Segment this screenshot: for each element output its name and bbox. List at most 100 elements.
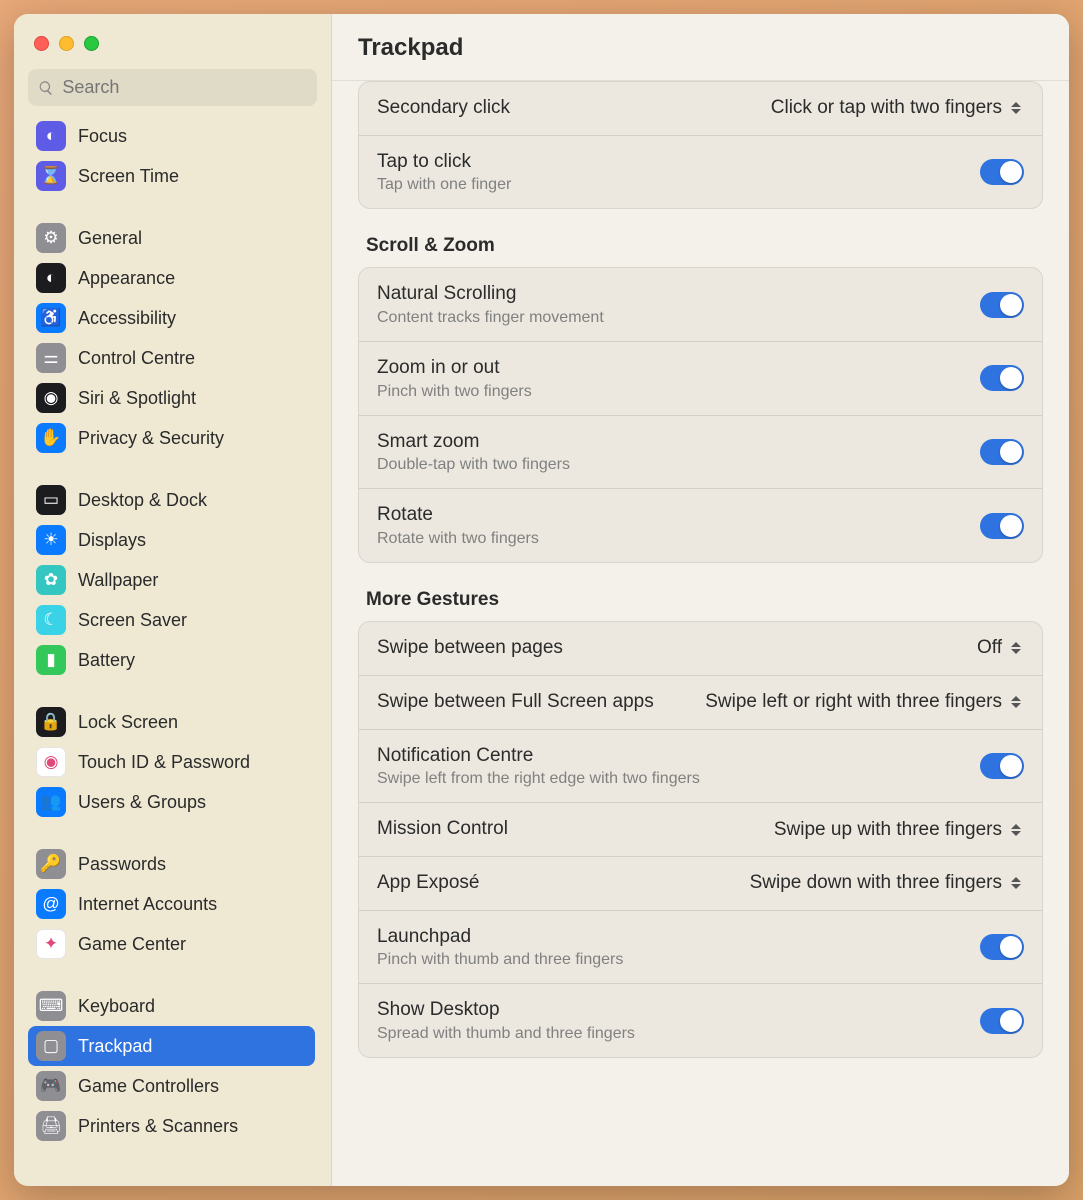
setting-description: Spread with thumb and three fingers xyxy=(377,1025,964,1043)
content-body[interactable]: Secondary click Click or tap with two fin… xyxy=(332,81,1069,1186)
accessibility-icon: ♿ xyxy=(36,303,66,333)
users-icon: 👥 xyxy=(36,787,66,817)
sidebar-item-label: Battery xyxy=(78,650,135,671)
search-field[interactable] xyxy=(28,69,317,106)
zoom-button[interactable] xyxy=(84,36,99,51)
gear-icon: ⚙ xyxy=(36,223,66,253)
sidebar-item-printers-scanners[interactable]: 🖨 Printers & Scanners xyxy=(28,1106,315,1146)
sidebar-item-focus[interactable]: ◐Focus xyxy=(28,116,315,156)
sidebar-item-label: Accessibility xyxy=(78,308,176,329)
setting-description: Pinch with two fingers xyxy=(377,383,964,401)
setting-description: Pinch with thumb and three fingers xyxy=(377,951,964,969)
sidebar-item-keyboard[interactable]: ⌨Keyboard xyxy=(28,986,315,1026)
sidebar-item-game-controllers[interactable]: 🎮 Game Controllers xyxy=(28,1066,315,1106)
sidebar-item-siri-spotlight[interactable]: ◉ Siri & Spotlight xyxy=(28,378,315,418)
toggle-rotate[interactable] xyxy=(980,513,1024,539)
toggle-smart-zoom[interactable] xyxy=(980,439,1024,465)
setting-title: Secondary click xyxy=(377,96,755,121)
search-input[interactable] xyxy=(62,77,307,98)
setting-row-swipe-between-pages: Swipe between pagesOff xyxy=(359,622,1042,676)
toggle-launchpad[interactable] xyxy=(980,934,1024,960)
chevron-up-down-icon[interactable] xyxy=(1008,820,1024,840)
moon-icon: ◐ xyxy=(36,121,66,151)
appearance-icon: ◐ xyxy=(36,263,66,293)
sidebar-item-label: Wallpaper xyxy=(78,570,158,591)
sidebar-item-label: Screen Saver xyxy=(78,610,187,631)
minimize-button[interactable] xyxy=(59,36,74,51)
trackpad-icon: ▢ xyxy=(36,1031,66,1061)
setting-row-app-expos-: App ExposéSwipe down with three fingers xyxy=(359,857,1042,911)
toggle-tap-to-click[interactable] xyxy=(980,159,1024,185)
sidebar-item-wallpaper[interactable]: ✿ Wallpaper xyxy=(28,560,315,600)
sidebar-item-screen-saver[interactable]: ☾Screen Saver xyxy=(28,600,315,640)
setting-title: Mission Control xyxy=(377,817,758,842)
siri-icon: ◉ xyxy=(36,383,66,413)
setting-row-natural-scrolling: Natural ScrollingContent tracks finger m… xyxy=(359,268,1042,342)
panel-point-and-click: Secondary click Click or tap with two fin… xyxy=(358,81,1043,209)
dropdown-value-app-expos-[interactable]: Swipe down with three fingers xyxy=(750,872,1002,894)
sidebar-item-game-center[interactable]: ✦Game Center xyxy=(28,924,315,964)
setting-title: Launchpad xyxy=(377,925,964,950)
content-pane: Trackpad Secondary click Click or tap wit… xyxy=(332,14,1069,1186)
sidebar-item-desktop-dock[interactable]: ▭ Desktop & Dock xyxy=(28,480,315,520)
setting-row-secondary-click: Secondary click Click or tap with two fin… xyxy=(359,82,1042,136)
setting-description: Double-tap with two fingers xyxy=(377,456,964,474)
dock-icon: ▭ xyxy=(36,485,66,515)
sidebar-item-accessibility[interactable]: ♿ Accessibility xyxy=(28,298,315,338)
sidebar-item-label: Game Controllers xyxy=(78,1076,219,1097)
setting-row-notification-centre: Notification CentreSwipe left from the r… xyxy=(359,730,1042,804)
sidebar-item-label: Siri & Spotlight xyxy=(78,388,196,409)
toggle-natural-scrolling[interactable] xyxy=(980,292,1024,318)
setting-title: Notification Centre xyxy=(377,744,964,769)
sidebar-item-label: Desktop & Dock xyxy=(78,490,207,511)
sidebar-item-label: General xyxy=(78,228,142,249)
setting-description: Content tracks finger movement xyxy=(377,309,964,327)
setting-description: Tap with one finger xyxy=(377,176,964,194)
setting-row-mission-control: Mission Control Swipe up with three finge… xyxy=(359,803,1042,857)
sidebar-item-screen-time[interactable]: ⌛Screen Time xyxy=(28,156,315,196)
sidebar-item-passwords[interactable]: 🔑Passwords xyxy=(28,844,315,884)
sidebar-item-privacy-security[interactable]: ✋ Privacy & Security xyxy=(28,418,315,458)
toggle-notification-centre[interactable] xyxy=(980,753,1024,779)
dropdown-value-secondary-click[interactable]: Click or tap with two fingers xyxy=(771,97,1002,119)
sidebar-item-internet-accounts[interactable]: @Internet Accounts xyxy=(28,884,315,924)
flower-icon: ✿ xyxy=(36,565,66,595)
sidebar-item-lock-screen[interactable]: 🔒Lock Screen xyxy=(28,702,315,742)
hand-icon: ✋ xyxy=(36,423,66,453)
chevron-up-down-icon[interactable] xyxy=(1008,873,1024,893)
sidebar-item-label: Trackpad xyxy=(78,1036,152,1057)
sliders-icon: ⚌ xyxy=(36,343,66,373)
setting-title: Smart zoom xyxy=(377,430,964,455)
sidebar-item-touch-id-password[interactable]: ◉Touch ID & Password xyxy=(28,742,315,782)
chevron-up-down-icon[interactable] xyxy=(1008,98,1024,118)
sidebar-item-label: Printers & Scanners xyxy=(78,1116,238,1137)
page-title: Trackpad xyxy=(332,14,1069,81)
chevron-up-down-icon[interactable] xyxy=(1008,692,1024,712)
gamecenter-icon: ✦ xyxy=(36,929,66,959)
sidebar-item-label: Privacy & Security xyxy=(78,428,224,449)
sidebar-item-trackpad[interactable]: ▢ Trackpad xyxy=(28,1026,315,1066)
controller-icon: 🎮 xyxy=(36,1071,66,1101)
sidebar-item-label: Appearance xyxy=(78,268,175,289)
toggle-show-desktop[interactable] xyxy=(980,1008,1024,1034)
sidebar-item-control-centre[interactable]: ⚌Control Centre xyxy=(28,338,315,378)
setting-title: Rotate xyxy=(377,503,964,528)
printer-icon: 🖨 xyxy=(36,1111,66,1141)
dropdown-value-swipe-between-pages[interactable]: Off xyxy=(977,637,1002,659)
sidebar-list[interactable]: ◐Focus⌛Screen Time ⚙ General ◐ Appearance ♿ Ac… xyxy=(28,116,317,1186)
toggle-zoom-in-or-out[interactable] xyxy=(980,365,1024,391)
sidebar-item-general[interactable]: ⚙ General xyxy=(28,218,315,258)
sidebar-item-displays[interactable]: ☀Displays xyxy=(28,520,315,560)
sidebar-item-label: Internet Accounts xyxy=(78,894,217,915)
sidebar-item-users-groups[interactable]: 👥Users & Groups xyxy=(28,782,315,822)
setting-title: Show Desktop xyxy=(377,998,964,1023)
sidebar-item-battery[interactable]: ▮Battery xyxy=(28,640,315,680)
chevron-up-down-icon[interactable] xyxy=(1008,638,1024,658)
dropdown-value-mission-control[interactable]: Swipe up with three fingers xyxy=(774,819,1002,841)
setting-row-smart-zoom: Smart zoomDouble-tap with two fingers xyxy=(359,416,1042,490)
setting-title: Swipe between Full Screen apps xyxy=(377,690,689,715)
sidebar-item-appearance[interactable]: ◐ Appearance xyxy=(28,258,315,298)
dropdown-value-swipe-between-full-screen-apps[interactable]: Swipe left or right with three fingers xyxy=(705,691,1002,713)
settings-window: ◐Focus⌛Screen Time ⚙ General ◐ Appearance ♿ Ac… xyxy=(14,14,1069,1186)
close-button[interactable] xyxy=(34,36,49,51)
